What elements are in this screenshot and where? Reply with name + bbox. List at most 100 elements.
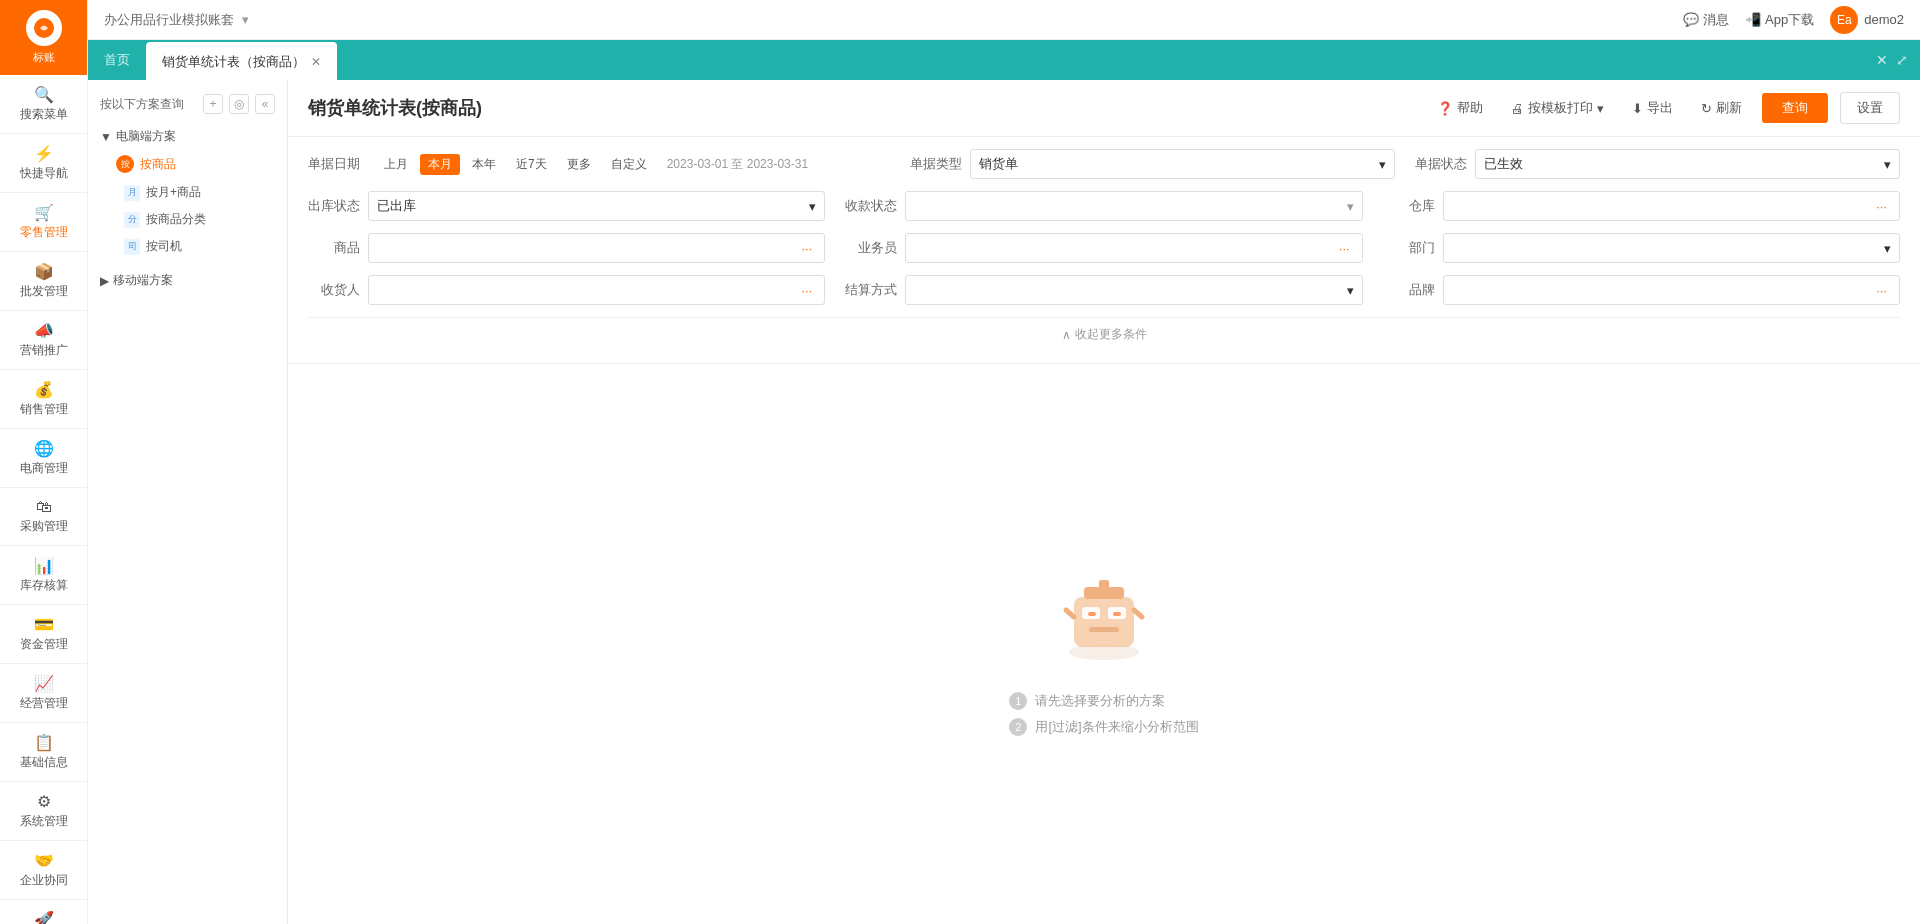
query-row-4: 收货人 ··· 结算方式 品牌	[308, 275, 1900, 305]
sidebar-item-guide[interactable]: 🚀 新手引导	[0, 900, 87, 924]
refresh-btn[interactable]: ↻ 刷新	[1693, 95, 1750, 121]
warehouse-input[interactable]: ···	[1443, 191, 1900, 221]
app-download-icon: 📲	[1745, 12, 1761, 27]
settings-scheme-btn[interactable]: ◎	[229, 94, 249, 114]
payment-dropdown-icon	[1347, 283, 1354, 298]
sidebar-item-search[interactable]: 🔍 搜索菜单	[0, 75, 87, 134]
prev-month-btn[interactable]: 上月	[376, 154, 416, 175]
brand-ellipsis-btn[interactable]: ···	[1872, 283, 1891, 298]
empty-tip-2: 2 用[过滤]条件来缩小分析范围	[1009, 718, 1198, 736]
sidebar-item-quicknav[interactable]: ⚡ 快捷导航	[0, 134, 87, 193]
payment-select[interactable]	[905, 275, 1362, 305]
doc-status-select[interactable]: 已生效	[1475, 149, 1900, 179]
department-select[interactable]	[1443, 233, 1900, 263]
message-btn[interactable]: 💬 消息	[1683, 11, 1729, 29]
out-status-label: 出库状态	[308, 197, 368, 215]
sidebar-item-system[interactable]: ⚙ 系统管理	[0, 782, 87, 841]
scheme-group-mobile: ▶ 移动端方案	[88, 264, 287, 297]
collapse-panel-btn[interactable]: «	[255, 94, 275, 114]
doc-type-value: 销货单	[979, 155, 1018, 173]
sidebar-item-marketing[interactable]: 📣 营销推广	[0, 311, 87, 370]
help-btn[interactable]: ❓ 帮助	[1429, 95, 1491, 121]
sub-category-icon: 分	[124, 212, 140, 228]
sidebar-basic-label: 基础信息	[4, 754, 83, 771]
more-btn[interactable]: 更多	[559, 154, 599, 175]
tabbar-close-all-btn[interactable]: ✕	[1876, 52, 1888, 68]
sidebar-item-inventory[interactable]: 📊 库存核算	[0, 546, 87, 605]
template-print-btn[interactable]: 🖨 按模板打印 ▾	[1503, 95, 1612, 121]
message-label: 消息	[1703, 11, 1729, 29]
tabbar: 首页 销货单统计表（按商品） ✕ ✕ ⤢	[88, 40, 1920, 80]
query-field-brand: 品牌 ···	[1383, 275, 1900, 305]
collapse-bar[interactable]: ∧ 收起更多条件	[308, 317, 1900, 351]
sidebar-item-operations[interactable]: 📈 经营管理	[0, 664, 87, 723]
tab-home[interactable]: 首页	[88, 40, 146, 80]
app-download-btn[interactable]: 📲 App下载	[1745, 11, 1814, 29]
user-info[interactable]: Ea demo2	[1830, 6, 1904, 34]
scheme-item-by-product[interactable]: 按 按商品	[88, 149, 287, 179]
scheme-sub-product-category-label: 按商品分类	[146, 211, 206, 228]
doc-type-select[interactable]: 销货单	[970, 149, 1395, 179]
user-avatar-text: Ea	[1837, 13, 1852, 27]
scheme-group-desktop: ▼ 电脑端方案 按 按商品 月 按月+商品 分 按商品分类	[88, 120, 287, 264]
warehouse-ellipsis-btn[interactable]: ···	[1872, 199, 1891, 214]
consignee-input[interactable]: ···	[368, 275, 825, 305]
receipt-status-select[interactable]	[905, 191, 1362, 221]
sidebar-item-purchase[interactable]: 🛍 采购管理	[0, 488, 87, 546]
sidebar-item-basic[interactable]: 📋 基础信息	[0, 723, 87, 782]
scheme-sub-by-product-category[interactable]: 分 按商品分类	[88, 206, 287, 233]
current-year-btn[interactable]: 本年	[464, 154, 504, 175]
sidebar-item-ecommerce[interactable]: 🌐 电商管理	[0, 429, 87, 488]
scheme-group-mobile-title[interactable]: ▶ 移动端方案	[88, 268, 287, 293]
sidebar-item-finance[interactable]: 💳 资金管理	[0, 605, 87, 664]
date-quick-btns: 上月 本月 本年 近7天 更多 自定义	[376, 154, 655, 175]
operations-icon: 📈	[4, 674, 83, 693]
custom-btn[interactable]: 自定义	[603, 154, 655, 175]
tip-text-1: 请先选择要分析的方案	[1035, 692, 1165, 710]
query-row-1: 单据日期 上月 本月 本年 近7天 更多 自定义 2023-03-01 至 20…	[308, 149, 1900, 179]
quicknav-icon: ⚡	[4, 144, 83, 163]
svg-rect-6	[1113, 612, 1121, 616]
empty-tips: 1 请先选择要分析的方案 2 用[过滤]条件来缩小分析范围	[1009, 692, 1198, 736]
scheme-sub-by-month-product[interactable]: 月 按月+商品	[88, 179, 287, 206]
industry-dropdown-icon[interactable]: ▾	[242, 12, 249, 27]
warehouse-label: 仓库	[1383, 197, 1443, 215]
template-print-label: 按模板打印	[1528, 99, 1593, 117]
sidebar-item-sales[interactable]: 💰 销售管理	[0, 370, 87, 429]
sidebar-item-retail[interactable]: 🛒 零售管理	[0, 193, 87, 252]
sidebar-item-wholesale[interactable]: 📦 批发管理	[0, 252, 87, 311]
out-status-select[interactable]: 已出库	[368, 191, 825, 221]
add-scheme-btn[interactable]: +	[203, 94, 223, 114]
scheme-group-desktop-title[interactable]: ▼ 电脑端方案	[88, 124, 287, 149]
product-input[interactable]: ···	[368, 233, 825, 263]
export-btn[interactable]: ⬇ 导出	[1624, 95, 1681, 121]
app-logo-text: 标账	[33, 50, 55, 65]
product-ellipsis-btn[interactable]: ···	[797, 241, 816, 256]
doc-status-value: 已生效	[1484, 155, 1523, 173]
tabbar-expand-btn[interactable]: ⤢	[1896, 52, 1908, 68]
sidebar-item-enterprise[interactable]: 🤝 企业协同	[0, 841, 87, 900]
marketing-icon: 📣	[4, 321, 83, 340]
sales-rep-input[interactable]: ···	[905, 233, 1362, 263]
sidebar-purchase-label: 采购管理	[4, 518, 83, 535]
app-logo: 标账	[0, 0, 88, 75]
tab-close-btn[interactable]: ✕	[311, 55, 321, 69]
tab-sales-stats[interactable]: 销货单统计表（按商品） ✕	[146, 42, 337, 82]
brand-input[interactable]: ···	[1443, 275, 1900, 305]
current-month-btn[interactable]: 本月	[420, 154, 460, 175]
query-btn[interactable]: 查询	[1762, 93, 1828, 123]
sales-rep-ellipsis-btn[interactable]: ···	[1335, 241, 1354, 256]
query-row-2: 出库状态 已出库 收款状态 仓库	[308, 191, 1900, 221]
basic-icon: 📋	[4, 733, 83, 752]
export-label: 导出	[1647, 99, 1673, 117]
receipt-status-label: 收款状态	[845, 197, 905, 215]
consignee-ellipsis-btn[interactable]: ···	[797, 283, 816, 298]
mobile-group-label: 移动端方案	[113, 272, 173, 289]
app-download-label: App下载	[1765, 11, 1814, 29]
collapse-up-icon: ∧	[1062, 328, 1071, 342]
scheme-sub-by-printer[interactable]: 司 按司机	[88, 233, 287, 260]
settings-btn[interactable]: 设置	[1840, 92, 1900, 124]
export-icon: ⬇	[1632, 101, 1643, 116]
last7-btn[interactable]: 近7天	[508, 154, 555, 175]
sidebar-enterprise-label: 企业协同	[4, 872, 83, 889]
